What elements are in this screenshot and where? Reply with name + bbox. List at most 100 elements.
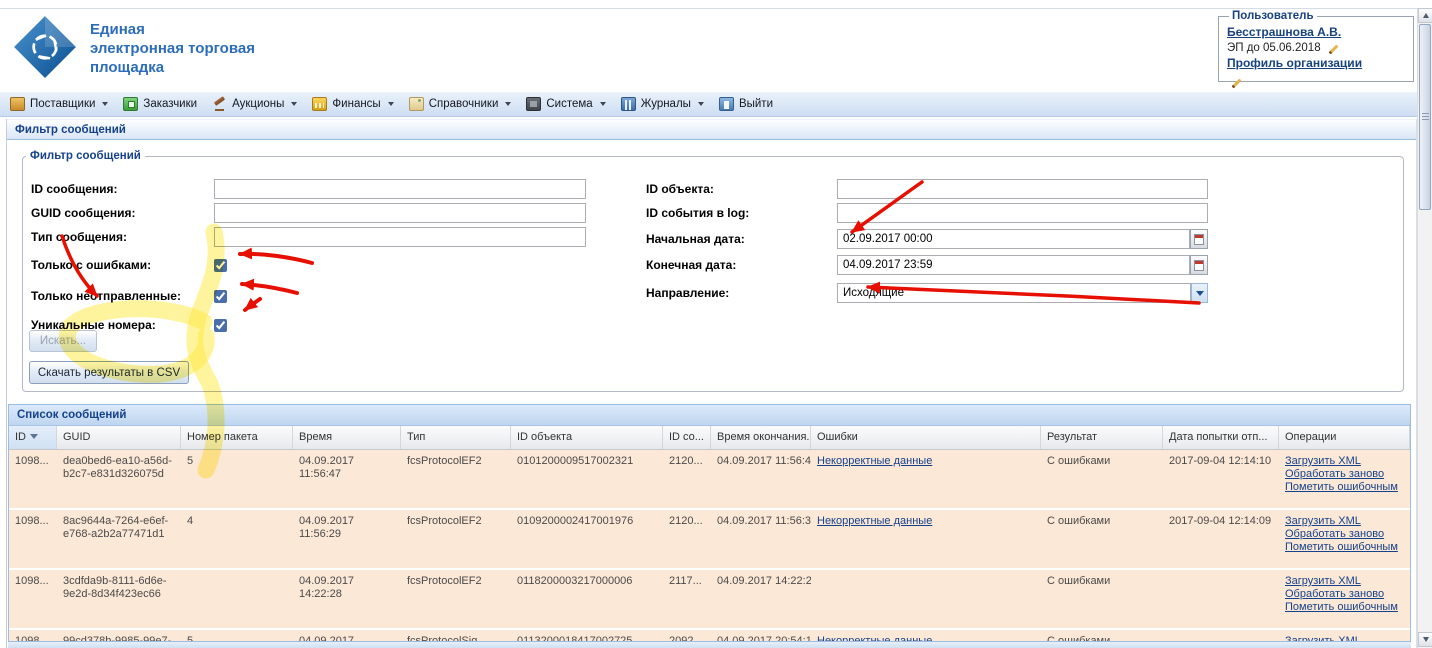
unique-numbers-checkbox[interactable] [214, 319, 227, 332]
message-type-label: Тип сообщения: [31, 230, 127, 244]
journals-icon [620, 97, 636, 111]
chevron-down-icon [599, 102, 606, 106]
page-title: Фильтр сообщений [7, 119, 1417, 140]
mark-erroneous-link[interactable]: Пометить ошибочным [1285, 481, 1404, 494]
menu-item-journals[interactable]: Журналы [620, 97, 704, 111]
end-date-label: Конечная дата: [646, 258, 737, 272]
unsent-only-checkbox[interactable] [214, 290, 227, 303]
column-header-operations[interactable]: Операции [1279, 426, 1410, 449]
user-name-link[interactable]: Бесстрашнова А.В. [1227, 25, 1341, 39]
system-icon [526, 97, 542, 111]
column-header-packet[interactable]: Номер пакета [181, 426, 293, 449]
errors-only-label: Только с ошибками: [31, 258, 152, 272]
table-row[interactable]: 1098... 3cdfda9b-8111-6d6e-9e2d-8d34f423… [9, 570, 1410, 630]
column-header-attempt-date[interactable]: Дата попытки отп... [1163, 426, 1279, 449]
finance-icon [312, 97, 328, 111]
column-header-time[interactable]: Время [293, 426, 401, 449]
cert-validity-text: ЭП до 05.06.2018 [1227, 42, 1321, 54]
start-date-input[interactable] [837, 229, 1190, 249]
messages-grid: Список сообщений ID GUID Номер пакета Вр… [8, 404, 1411, 648]
chevron-down-icon [1195, 290, 1204, 296]
message-id-input[interactable] [214, 179, 586, 199]
load-xml-link[interactable]: Загрузить XML [1285, 515, 1404, 528]
left-border [6, 119, 7, 648]
thumb-grip-icon [1422, 113, 1429, 122]
user-panel: Пользователь Бесстрашнова А.В. ЭП до 05.… [1218, 10, 1414, 89]
brand-title: Единая электронная торговая площадка [90, 21, 255, 76]
table-row[interactable]: 1098... dea0bed6-ea10-a56d-b2c7-e831d326… [9, 450, 1410, 510]
chevron-down-icon [291, 102, 298, 106]
guid-label: GUID сообщения: [31, 206, 136, 220]
load-xml-link[interactable]: Загрузить XML [1285, 575, 1404, 588]
unsent-only-label: Только неотправленные: [31, 289, 181, 303]
filter-panel: Фильтр сообщений ID сообщения: GUID сооб… [22, 150, 1404, 392]
table-row[interactable]: 1098... 8ac9644a-7264-e6ef-e768-a2b2a774… [9, 510, 1410, 570]
auctions-icon [212, 97, 227, 111]
object-id-input[interactable] [837, 179, 1208, 199]
chevron-down-icon [102, 102, 109, 106]
download-csv-button[interactable]: Скачать результаты в CSV [29, 361, 189, 384]
bottom-scroll-strip [8, 641, 1411, 648]
column-header-errors[interactable]: Ошибки [811, 426, 1041, 449]
errors-link[interactable]: Некорректные данные [817, 455, 932, 467]
top-divider [0, 8, 1417, 9]
end-date-input[interactable] [837, 255, 1190, 275]
menu-item-reference[interactable]: Справочники [408, 97, 512, 111]
scrollbar-thumb[interactable] [1419, 24, 1431, 210]
end-date-calendar-button[interactable] [1190, 255, 1208, 275]
start-date-label: Начальная дата: [646, 232, 745, 246]
main-menubar: Поставщики Заказчики Аукционы Финансы Сп… [0, 91, 1417, 117]
scroll-up-button[interactable] [1418, 8, 1432, 23]
scroll-down-button[interactable] [1418, 632, 1432, 647]
page: Единая электронная торговая площадка Пол… [0, 0, 1432, 648]
menu-item-customers[interactable]: Заказчики [123, 97, 197, 111]
message-type-input[interactable] [214, 227, 586, 247]
direction-combobox[interactable] [837, 283, 1191, 303]
org-profile-link[interactable]: Профиль организации [1227, 56, 1362, 70]
column-header-object-id[interactable]: ID объекта [511, 426, 663, 449]
filter-legend: Фильтр сообщений [30, 150, 141, 162]
edit-pencil-icon[interactable] [1328, 44, 1339, 55]
column-header-result[interactable]: Результат [1041, 426, 1163, 449]
reprocess-link[interactable]: Обработать заново [1285, 528, 1404, 541]
edit-pencil-icon[interactable] [1231, 78, 1242, 89]
arrow-down-icon [1422, 637, 1429, 642]
grid-title: Список сообщений [9, 405, 1410, 426]
direction-dropdown-button[interactable] [1191, 283, 1208, 303]
log-event-id-label: ID события в log: [646, 206, 750, 220]
mark-erroneous-link[interactable]: Пометить ошибочным [1285, 541, 1404, 554]
reprocess-link[interactable]: Обработать заново [1285, 468, 1404, 481]
eetp-logo-icon [14, 16, 76, 78]
message-id-label: ID сообщения: [31, 182, 118, 196]
mark-erroneous-link[interactable]: Пометить ошибочным [1285, 601, 1404, 614]
log-event-id-input[interactable] [837, 203, 1208, 223]
column-header-end-time[interactable]: Время окончания... [711, 426, 811, 449]
guid-input[interactable] [214, 203, 586, 223]
errors-link[interactable]: Некорректные данные [817, 515, 932, 527]
sort-desc-icon [30, 434, 38, 439]
menu-item-auctions[interactable]: Аукционы [212, 97, 298, 111]
calendar-icon [1194, 259, 1204, 271]
direction-label: Направление: [646, 286, 730, 300]
chevron-down-icon [505, 102, 512, 106]
object-id-label: ID объекта: [646, 182, 714, 196]
load-xml-link[interactable]: Загрузить XML [1285, 455, 1404, 468]
menu-item-finance[interactable]: Финансы [312, 97, 394, 111]
grid-header-row: ID GUID Номер пакета Время Тип ID объект… [9, 426, 1410, 450]
arrow-up-icon [1422, 13, 1429, 18]
errors-only-checkbox[interactable] [214, 259, 227, 272]
reprocess-link[interactable]: Обработать заново [1285, 588, 1404, 601]
chevron-down-icon [387, 102, 394, 106]
start-date-calendar-button[interactable] [1190, 229, 1208, 249]
vertical-scrollbar[interactable] [1417, 8, 1432, 648]
column-header-type[interactable]: Тип [401, 426, 511, 449]
menu-item-logout[interactable]: Выйти [718, 97, 773, 111]
column-header-id[interactable]: ID [9, 426, 57, 449]
suppliers-icon [10, 97, 25, 111]
search-button[interactable]: Искать... [29, 330, 97, 352]
menu-item-suppliers[interactable]: Поставщики [10, 97, 109, 111]
column-header-id-so[interactable]: ID со... [663, 426, 711, 449]
reference-icon [408, 97, 424, 111]
menu-item-system[interactable]: Система [526, 97, 606, 111]
column-header-guid[interactable]: GUID [57, 426, 181, 449]
